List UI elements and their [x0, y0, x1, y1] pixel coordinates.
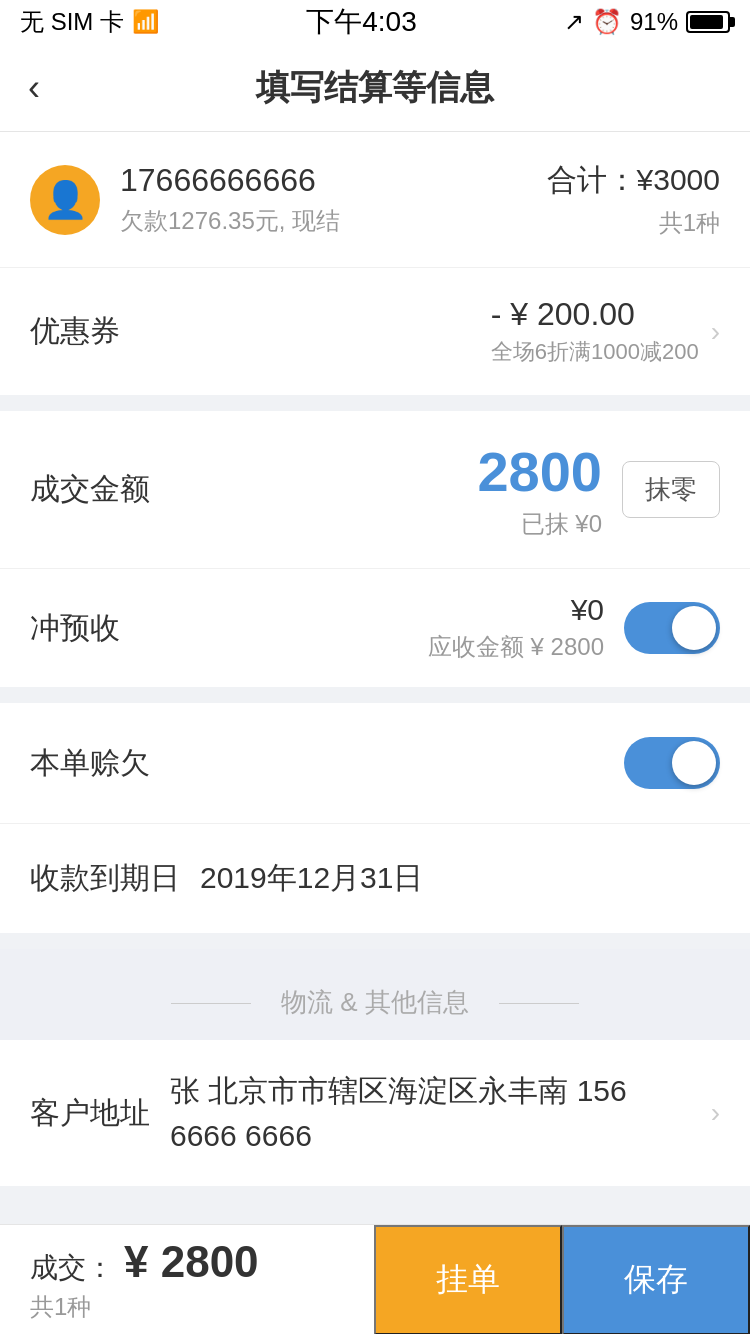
avatar: 👤	[30, 165, 100, 235]
toggle-knob	[672, 606, 716, 650]
duedate-value: 2019年12月31日	[200, 858, 423, 899]
address-row[interactable]: 客户地址 张 北京市市辖区海淀区永丰南 156 6666 6666 ›	[0, 1040, 750, 1186]
user-right: 合计：¥3000 共1种	[547, 160, 720, 239]
user-info-text: 17666666666 欠款1276.35元, 现结	[120, 162, 340, 237]
page-title: 填写结算等信息	[256, 65, 494, 111]
bottom-summary-count: 共1种	[30, 1291, 374, 1323]
coupon-info: - ¥ 200.00 全场6折满1000减200	[491, 296, 699, 367]
alarm-icon: ⏰	[592, 8, 622, 36]
address-label: 客户地址	[30, 1093, 150, 1134]
round-zero-button[interactable]: 抹零	[622, 461, 720, 518]
amount-right: 2800 已抹 ¥0 抹零	[477, 439, 720, 540]
duedate-label: 收款到期日	[30, 858, 180, 899]
logistics-header: 物流 & 其他信息	[0, 965, 750, 1040]
bottom-summary: 成交： ¥ 2800 共1种	[0, 1237, 374, 1323]
deal-amount-value: 2800	[477, 439, 602, 504]
status-left: 无 SIM 卡 📶	[20, 6, 159, 38]
status-bar: 无 SIM 卡 📶 下午4:03 ↗ ⏰ 91%	[0, 0, 750, 44]
battery-icon	[686, 11, 730, 33]
coupon-amount: - ¥ 200.00	[491, 296, 699, 333]
debt-toggle-knob	[672, 741, 716, 785]
prepay-sub: 应收金额 ¥ 2800	[428, 631, 604, 663]
duedate-row: 收款到期日 2019年12月31日	[0, 823, 750, 933]
user-left: 👤 17666666666 欠款1276.35元, 现结	[30, 162, 340, 237]
debt-row: 本单赊欠	[0, 703, 750, 823]
battery-percent: 91%	[630, 8, 678, 36]
bottom-bar: 成交： ¥ 2800 共1种 挂单 保存	[0, 1224, 750, 1334]
logistics-header-text: 物流 & 其他信息	[251, 985, 499, 1020]
user-phone: 17666666666	[120, 162, 340, 199]
debt-label: 本单赊欠	[30, 743, 150, 784]
coupon-right: - ¥ 200.00 全场6折满1000减200 ›	[491, 296, 720, 367]
bottom-summary-label: 成交：	[30, 1249, 114, 1287]
user-debt-info: 欠款1276.35元, 现结	[120, 205, 340, 237]
bottom-summary-top: 成交： ¥ 2800	[30, 1237, 374, 1287]
status-time: 下午4:03	[306, 3, 417, 41]
save-button[interactable]: 保存	[562, 1225, 750, 1335]
coupon-desc: 全场6折满1000减200	[491, 337, 699, 367]
sim-status: 无 SIM 卡	[20, 6, 124, 38]
coupon-chevron-icon: ›	[711, 316, 720, 348]
nav-bar: ‹ 填写结算等信息	[0, 44, 750, 132]
coupon-label: 优惠券	[30, 311, 120, 352]
order-total: 合计：¥3000	[547, 160, 720, 201]
order-count: 共1种	[547, 207, 720, 239]
amount-value-block: 2800 已抹 ¥0	[477, 439, 602, 540]
user-info-row: 👤 17666666666 欠款1276.35元, 现结 合计：¥3000 共1…	[0, 132, 750, 267]
prepay-right: ¥0 应收金额 ¥ 2800	[428, 593, 720, 663]
location-icon: ↗	[564, 8, 584, 36]
prepay-toggle[interactable]	[624, 602, 720, 654]
bottom-summary-amount: ¥ 2800	[124, 1237, 259, 1287]
deal-amount-sub: 已抹 ¥0	[477, 508, 602, 540]
back-button[interactable]: ‹	[28, 67, 40, 109]
address-content: 张 北京市市辖区海淀区永丰南 156 6666 6666	[170, 1068, 691, 1158]
prepay-label: 冲预收	[30, 608, 120, 649]
status-right: ↗ ⏰ 91%	[564, 8, 730, 36]
coupon-row[interactable]: 优惠券 - ¥ 200.00 全场6折满1000减200 ›	[0, 267, 750, 395]
prepay-amount: ¥0	[428, 593, 604, 627]
debt-toggle[interactable]	[624, 737, 720, 789]
amount-row: 成交金额 2800 已抹 ¥0 抹零	[0, 411, 750, 568]
hold-button[interactable]: 挂单	[374, 1225, 562, 1335]
debt-section: 本单赊欠 收款到期日 2019年12月31日	[0, 703, 750, 933]
prepay-row: 冲预收 ¥0 应收金额 ¥ 2800	[0, 568, 750, 687]
address-chevron-icon: ›	[711, 1097, 720, 1129]
wifi-icon: 📶	[132, 9, 159, 35]
amount-section: 成交金额 2800 已抹 ¥0 抹零 冲预收 ¥0 应收金额 ¥ 2800	[0, 411, 750, 687]
amount-label: 成交金额	[30, 469, 150, 510]
divider	[0, 949, 750, 965]
prepay-amount-block: ¥0 应收金额 ¥ 2800	[428, 593, 604, 663]
avatar-icon: 👤	[43, 179, 88, 221]
user-coupon-section: 👤 17666666666 欠款1276.35元, 现结 合计：¥3000 共1…	[0, 132, 750, 395]
